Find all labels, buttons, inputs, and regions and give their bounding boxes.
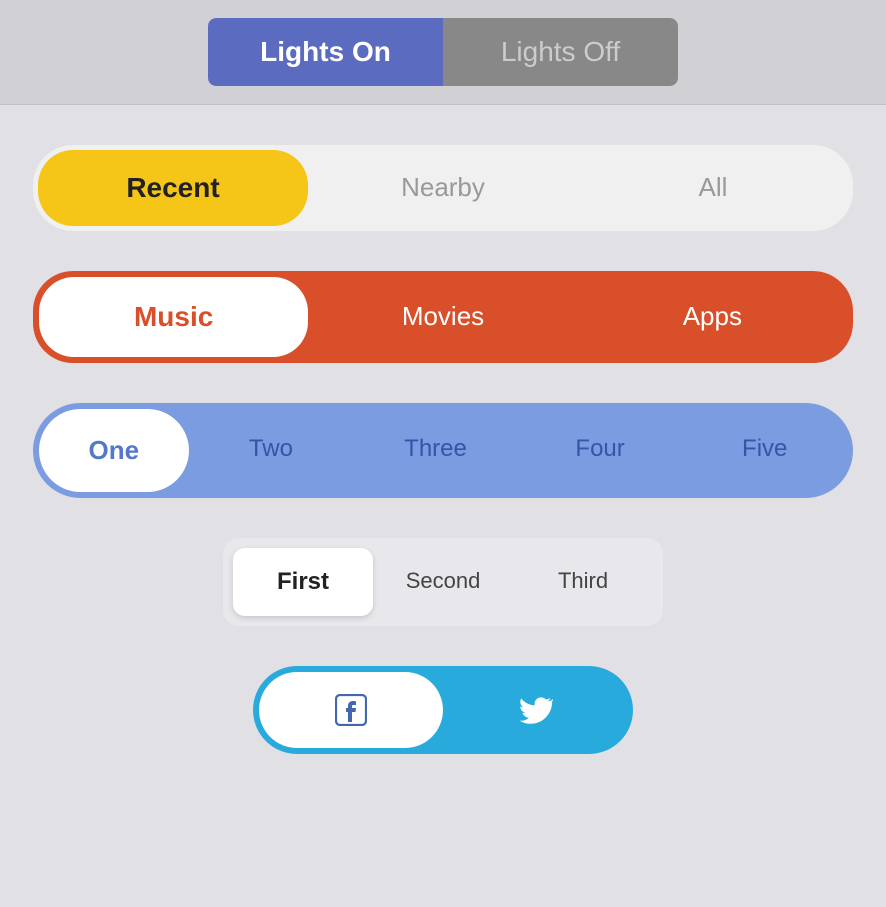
facebook-icon — [335, 694, 367, 726]
segment-item-three[interactable]: Three — [353, 409, 518, 492]
segment-item-first[interactable]: First — [233, 548, 373, 616]
segment-group-social — [253, 666, 633, 754]
segment-item-facebook[interactable] — [259, 672, 443, 748]
segment-item-recent[interactable]: Recent — [38, 150, 308, 226]
segment-item-all[interactable]: All — [578, 150, 848, 226]
segment-item-second[interactable]: Second — [373, 548, 513, 616]
segment-group-ordinals-wrapper: First Second Third — [223, 538, 663, 626]
segment-group-ordinals: First Second Third — [233, 548, 653, 616]
segment-item-twitter[interactable] — [443, 672, 627, 748]
segment-item-four[interactable]: Four — [518, 409, 683, 492]
segment-group-media: Music Movies Apps — [33, 271, 853, 363]
segment-item-apps[interactable]: Apps — [578, 277, 847, 357]
lights-toggle-group: Lights On Lights Off — [208, 18, 678, 86]
segment-group-numbers: One Two Three Four Five — [33, 403, 853, 498]
main-content: Recent Nearby All Music Movies Apps One … — [0, 105, 886, 784]
segment-item-movies[interactable]: Movies — [308, 277, 577, 357]
top-bar: Lights On Lights Off — [0, 0, 886, 105]
segment-item-music[interactable]: Music — [39, 277, 308, 357]
twitter-icon — [517, 692, 553, 728]
segment-item-two[interactable]: Two — [189, 409, 354, 492]
segment-item-five[interactable]: Five — [682, 409, 847, 492]
segment-item-third[interactable]: Third — [513, 548, 653, 616]
lights-on-button[interactable]: Lights On — [208, 18, 443, 86]
segment-item-nearby[interactable]: Nearby — [308, 150, 578, 226]
lights-off-button[interactable]: Lights Off — [443, 18, 678, 86]
segment-group-recent: Recent Nearby All — [33, 145, 853, 231]
segment-item-one[interactable]: One — [39, 409, 189, 492]
